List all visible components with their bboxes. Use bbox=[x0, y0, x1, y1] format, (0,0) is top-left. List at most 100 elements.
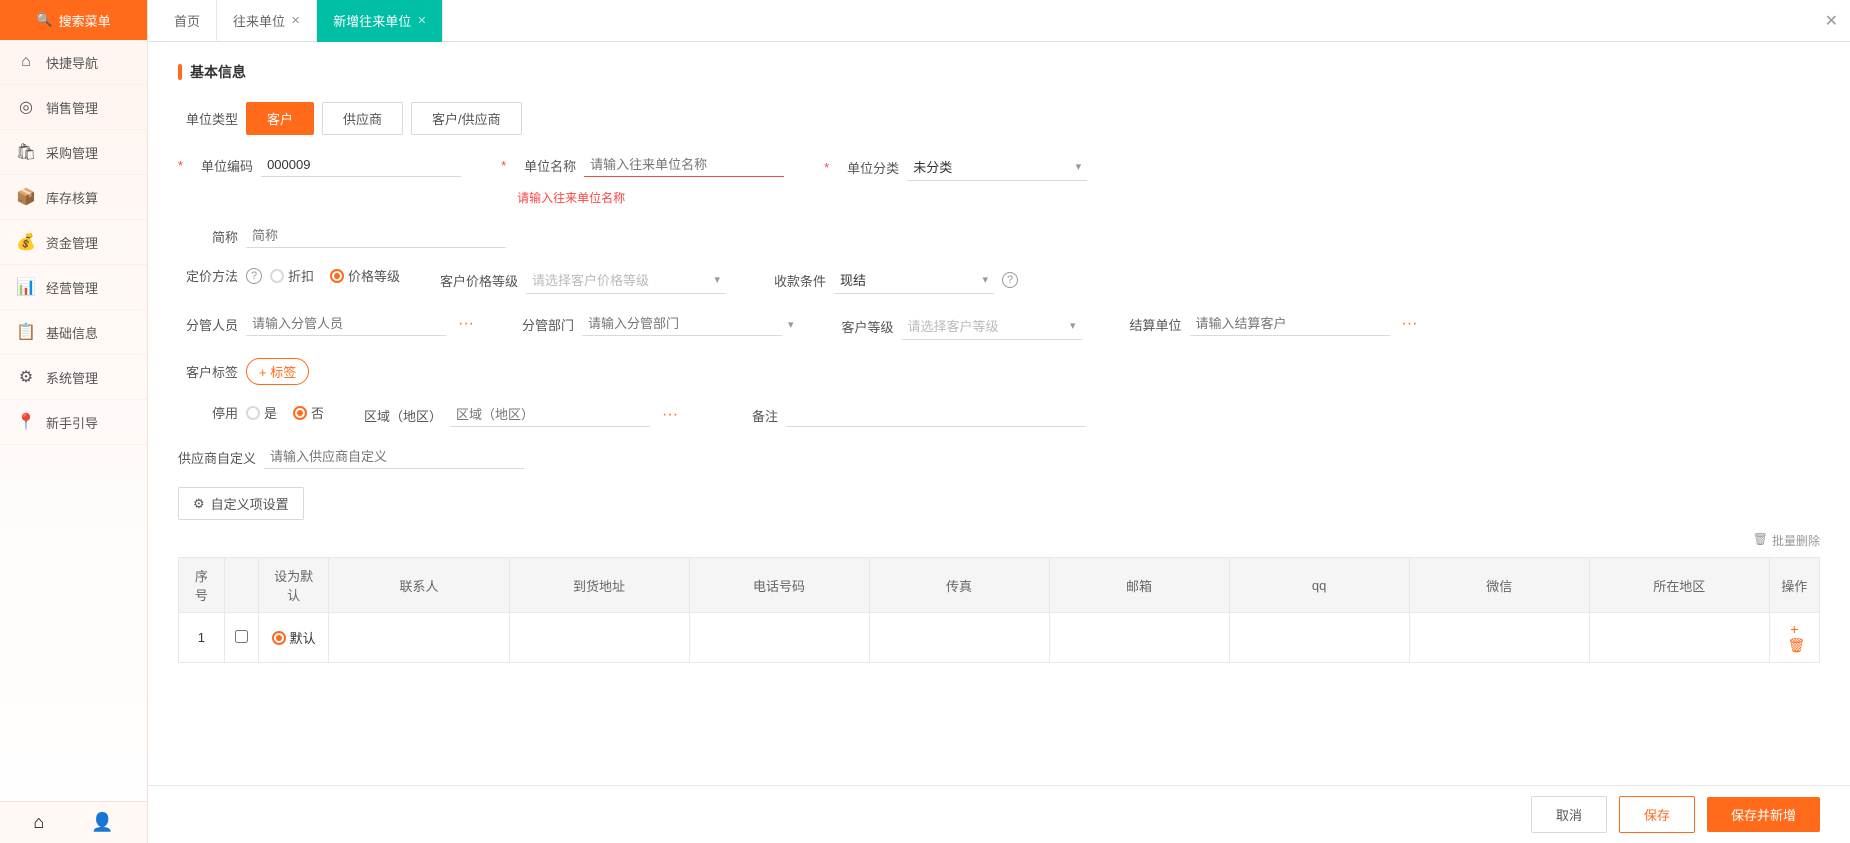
disabled-no-item[interactable]: 否 bbox=[293, 403, 324, 422]
custom-settings-label: 自定义项设置 bbox=[211, 494, 289, 513]
region-field: 区域（地区） ··· bbox=[364, 403, 678, 427]
sidebar-item-quick-nav[interactable]: ⌂快捷导航 bbox=[0, 40, 147, 85]
cell-email[interactable] bbox=[1049, 613, 1229, 663]
disabled-yes-item[interactable]: 是 bbox=[246, 403, 277, 422]
supplier-custom-row: 供应商自定义 bbox=[178, 445, 1820, 469]
input-address[interactable] bbox=[520, 630, 679, 645]
customer-price-chevron: ▾ bbox=[715, 273, 721, 286]
supplier-custom-input[interactable] bbox=[264, 445, 524, 469]
sidebar-label-sales: 销售管理 bbox=[46, 98, 98, 117]
custom-settings-button[interactable]: ⚙ 自定义项设置 bbox=[178, 487, 304, 520]
settlement-more-icon[interactable]: ··· bbox=[1402, 315, 1418, 333]
save-new-button[interactable]: 保存并新增 bbox=[1707, 797, 1820, 832]
sidebar-item-system[interactable]: ⚙系统管理 bbox=[0, 355, 147, 400]
sidebar-item-inventory[interactable]: 📦库存核算 bbox=[0, 175, 147, 220]
department-input[interactable] bbox=[582, 312, 782, 336]
tab-home[interactable]: 首页 bbox=[158, 0, 217, 42]
required-star-code: * bbox=[178, 158, 183, 173]
manager-more-icon[interactable]: ··· bbox=[458, 315, 474, 333]
unit-category-field: * 单位分类 未分类 ▾ bbox=[824, 153, 1087, 181]
settlement-input[interactable] bbox=[1190, 312, 1390, 336]
disabled-label: 停用 bbox=[178, 403, 238, 422]
unit-name-input[interactable] bbox=[584, 153, 784, 177]
sidebar-item-operations[interactable]: 📊经营管理 bbox=[0, 265, 147, 310]
type-btn-customer[interactable]: 客户 bbox=[246, 102, 314, 135]
sidebar-item-finance[interactable]: 💰资金管理 bbox=[0, 220, 147, 265]
sidebar-search[interactable]: 🔍 搜索菜单 bbox=[0, 0, 147, 40]
status-row: 停用 是 否 区 bbox=[178, 403, 1820, 427]
type-btn-supplier[interactable]: 供应商 bbox=[322, 102, 403, 135]
cell-wechat[interactable] bbox=[1409, 613, 1589, 663]
cell-checkbox[interactable] bbox=[224, 613, 258, 663]
tab-close-partners[interactable]: ✕ bbox=[291, 14, 300, 27]
required-star-name: * bbox=[501, 158, 506, 173]
pricing-radio-discount[interactable]: 折扣 bbox=[270, 266, 314, 285]
settlement-label: 结算单位 bbox=[1122, 315, 1182, 334]
batch-delete-label[interactable]: 批量删除 bbox=[1772, 532, 1820, 549]
payment-terms-select[interactable]: 现结 ▾ bbox=[834, 266, 994, 294]
delete-row-button[interactable]: 🗑 bbox=[1787, 637, 1805, 654]
pricing-radio-grade[interactable]: 价格等级 bbox=[330, 266, 400, 285]
row-checkbox-0[interactable] bbox=[235, 630, 248, 643]
cell-phone[interactable] bbox=[689, 613, 869, 663]
unit-category-select[interactable]: 未分类 ▾ bbox=[907, 153, 1087, 181]
remark-input[interactable] bbox=[786, 403, 1086, 427]
cell-contact[interactable] bbox=[329, 613, 509, 663]
cell-address[interactable] bbox=[509, 613, 689, 663]
close-window-button[interactable]: ✕ bbox=[1825, 11, 1838, 31]
payment-help-icon[interactable]: ? bbox=[1002, 272, 1018, 288]
sidebar-item-purchase[interactable]: 🛍 采购管理 bbox=[0, 130, 147, 175]
finance-icon: 💰 bbox=[16, 232, 36, 252]
customer-level-chevron: ▾ bbox=[1070, 319, 1076, 332]
input-fax[interactable] bbox=[880, 630, 1039, 645]
tab-label-partners: 往来单位 bbox=[233, 11, 285, 30]
sidebar-item-guide[interactable]: 📍新手引导 bbox=[0, 400, 147, 445]
customer-level-select[interactable]: 请选择客户等级 ▾ bbox=[902, 312, 1082, 340]
unit-code-input[interactable] bbox=[261, 153, 461, 177]
customer-tag-row: 客户标签 + 标签 bbox=[178, 358, 1820, 385]
sidebar-item-sales[interactable]: ◎销售管理 bbox=[0, 85, 147, 130]
purchase-icon: 🛍 bbox=[16, 142, 36, 162]
customer-level-placeholder: 请选择客户等级 bbox=[908, 316, 1066, 335]
input-qq[interactable] bbox=[1240, 630, 1399, 645]
home-icon[interactable]: ⌂ bbox=[33, 812, 44, 833]
manager-input[interactable] bbox=[246, 312, 446, 336]
th-location: 所在地区 bbox=[1589, 558, 1769, 613]
sidebar-item-basic[interactable]: 📋基础信息 bbox=[0, 310, 147, 355]
payment-terms-label: 收款条件 bbox=[766, 271, 826, 290]
short-name-label: 简称 bbox=[178, 227, 238, 246]
unit-type-field: 单位类型 客户供应商客户/供应商 bbox=[178, 102, 522, 135]
user-icon[interactable]: 👤 bbox=[91, 812, 113, 833]
supplier-custom-field: 供应商自定义 bbox=[178, 445, 524, 469]
add-row-button[interactable]: + bbox=[1790, 621, 1798, 637]
input-email[interactable] bbox=[1060, 630, 1219, 645]
cell-action[interactable]: +🗑 bbox=[1769, 613, 1819, 663]
cell-default[interactable]: 默认 bbox=[258, 613, 329, 663]
section-title: 基本信息 bbox=[190, 62, 246, 82]
sidebar-label-purchase: 采购管理 bbox=[46, 143, 98, 162]
input-contact[interactable] bbox=[339, 630, 498, 645]
cell-fax[interactable] bbox=[869, 613, 1049, 663]
add-tag-button[interactable]: + 标签 bbox=[246, 358, 309, 385]
input-phone[interactable] bbox=[700, 630, 859, 645]
customer-level-field: 客户等级 请选择客户等级 ▾ bbox=[834, 312, 1082, 340]
cell-location[interactable] bbox=[1589, 613, 1769, 663]
tab-partners[interactable]: 往来单位 ✕ bbox=[217, 0, 317, 42]
tab-new-partner[interactable]: 新增往来单位✕ bbox=[317, 0, 443, 42]
tab-close-new-partner[interactable]: ✕ bbox=[417, 14, 426, 27]
input-location[interactable] bbox=[1600, 630, 1759, 645]
short-name-input[interactable] bbox=[246, 224, 506, 248]
pricing-radio-group: 折扣 价格等级 bbox=[270, 266, 400, 285]
unit-type-row: 单位类型 客户供应商客户/供应商 bbox=[178, 102, 1820, 135]
cancel-button[interactable]: 取消 bbox=[1531, 796, 1607, 833]
cell-qq[interactable] bbox=[1229, 613, 1409, 663]
input-wechat[interactable] bbox=[1420, 630, 1579, 645]
customer-price-level-placeholder: 请选择客户价格等级 bbox=[532, 270, 710, 289]
region-input[interactable] bbox=[450, 403, 650, 427]
type-btn-both[interactable]: 客户/供应商 bbox=[411, 102, 522, 135]
pricing-help-icon[interactable]: ? bbox=[246, 268, 262, 284]
customer-price-level-select[interactable]: 请选择客户价格等级 ▾ bbox=[526, 266, 726, 294]
region-more-icon[interactable]: ··· bbox=[662, 406, 678, 424]
save-button[interactable]: 保存 bbox=[1619, 796, 1695, 833]
disabled-field: 停用 是 否 bbox=[178, 403, 324, 422]
